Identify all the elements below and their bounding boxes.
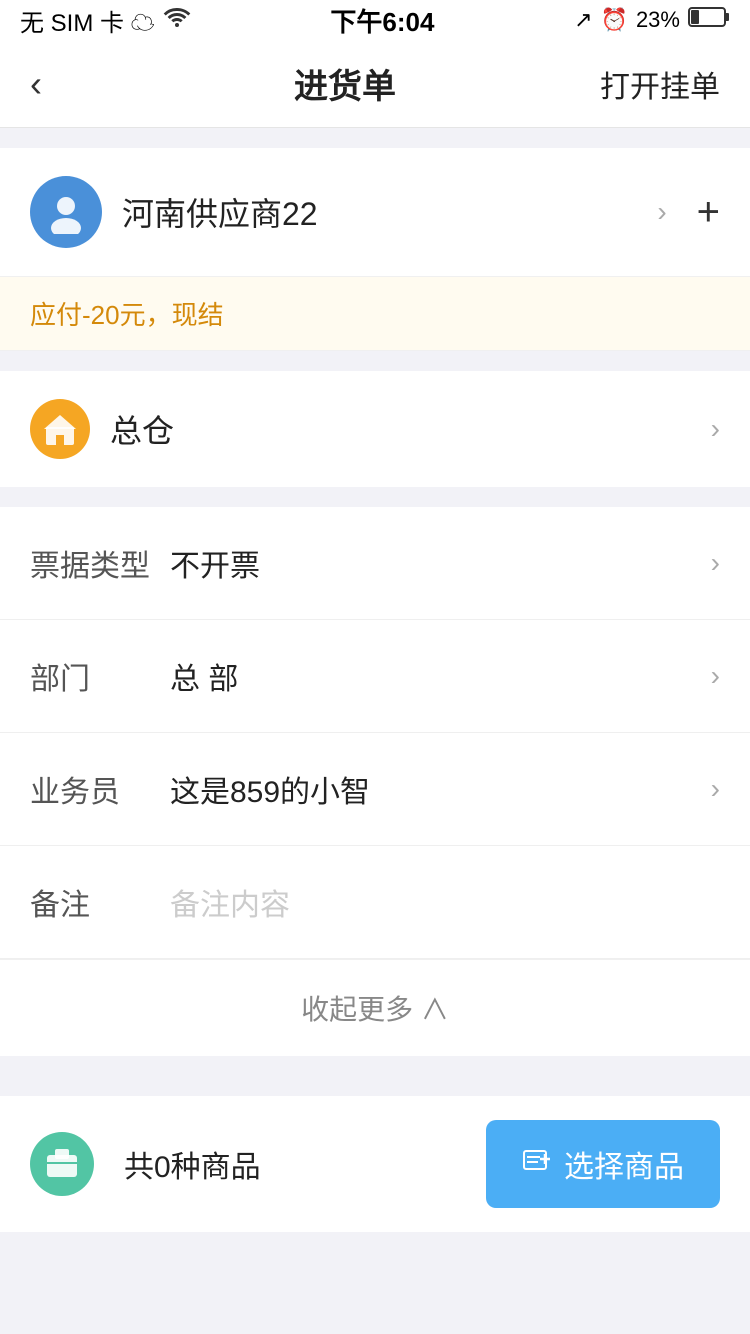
- salesperson-chevron-icon: ›: [711, 773, 720, 805]
- department-label: 部门: [30, 654, 170, 698]
- warehouse-chevron-icon: ›: [711, 413, 720, 445]
- battery-icon: [688, 6, 730, 34]
- invoice-type-chevron-icon: ›: [711, 547, 720, 579]
- salesperson-label: 业务员: [30, 767, 170, 811]
- location-icon: ↗: [574, 7, 592, 33]
- section-gap-3: [0, 1056, 750, 1076]
- product-icon: [30, 1132, 94, 1196]
- collapse-button[interactable]: 收起更多 ∧: [0, 959, 750, 1056]
- no-sim-label: 无 SIM 卡 ☁: [20, 3, 155, 38]
- warehouse-name: 总仓: [110, 406, 711, 452]
- remark-row[interactable]: 备注 备注内容: [0, 846, 750, 959]
- page-title: 进货单: [294, 59, 396, 108]
- select-product-button[interactable]: 选择商品: [486, 1120, 720, 1208]
- invoice-type-row[interactable]: 票据类型 不开票 ›: [0, 507, 750, 620]
- warehouse-section: 总仓 ›: [0, 371, 750, 487]
- battery-text: 23%: [636, 7, 680, 33]
- product-count-label: 共0种商品: [124, 1142, 456, 1186]
- department-row[interactable]: 部门 总 部 ›: [0, 620, 750, 733]
- open-pending-button[interactable]: 打开挂单: [600, 62, 720, 106]
- supplier-row[interactable]: 河南供应商22 › +: [0, 148, 750, 277]
- section-gap-2: [0, 351, 750, 371]
- wifi-icon: [163, 6, 191, 34]
- supplier-avatar: [30, 176, 102, 248]
- invoice-type-label: 票据类型: [30, 541, 170, 585]
- supplier-name: 河南供应商22: [122, 189, 657, 235]
- add-supplier-button[interactable]: +: [697, 192, 720, 232]
- status-left: 无 SIM 卡 ☁: [20, 3, 191, 38]
- department-chevron-icon: ›: [711, 660, 720, 692]
- salesperson-row[interactable]: 业务员 这是859的小智 ›: [0, 733, 750, 846]
- status-right: ↗ ⏰ 23%: [574, 6, 730, 34]
- status-time: 下午6:04: [330, 2, 434, 39]
- warehouse-row[interactable]: 总仓 ›: [0, 371, 750, 487]
- form-section: 票据类型 不开票 › 部门 总 部 › 业务员 这是859的小智 › 备注 备注…: [0, 507, 750, 1056]
- select-product-label: 选择商品: [564, 1142, 684, 1186]
- invoice-type-value: 不开票: [170, 541, 711, 585]
- bottom-bar: 共0种商品 选择商品: [0, 1096, 750, 1232]
- department-value: 总 部: [170, 654, 711, 698]
- supplier-chevron-icon: ›: [657, 196, 666, 228]
- supplier-section: 河南供应商22 › + 应付-20元，现结: [0, 148, 750, 351]
- warehouse-icon: [30, 399, 90, 459]
- section-gap-1: [0, 128, 750, 148]
- remark-placeholder: 备注内容: [170, 880, 720, 924]
- nav-bar: ‹ 进货单 打开挂单: [0, 40, 750, 128]
- supplier-notice: 应付-20元，现结: [0, 277, 750, 351]
- alarm-icon: ⏰: [601, 7, 628, 33]
- remark-label: 备注: [30, 880, 170, 924]
- select-product-icon: [522, 1145, 552, 1183]
- salesperson-value: 这是859的小智: [170, 767, 711, 811]
- status-bar: 无 SIM 卡 ☁ 下午6:04 ↗ ⏰ 23%: [0, 0, 750, 40]
- back-button[interactable]: ‹: [30, 63, 90, 105]
